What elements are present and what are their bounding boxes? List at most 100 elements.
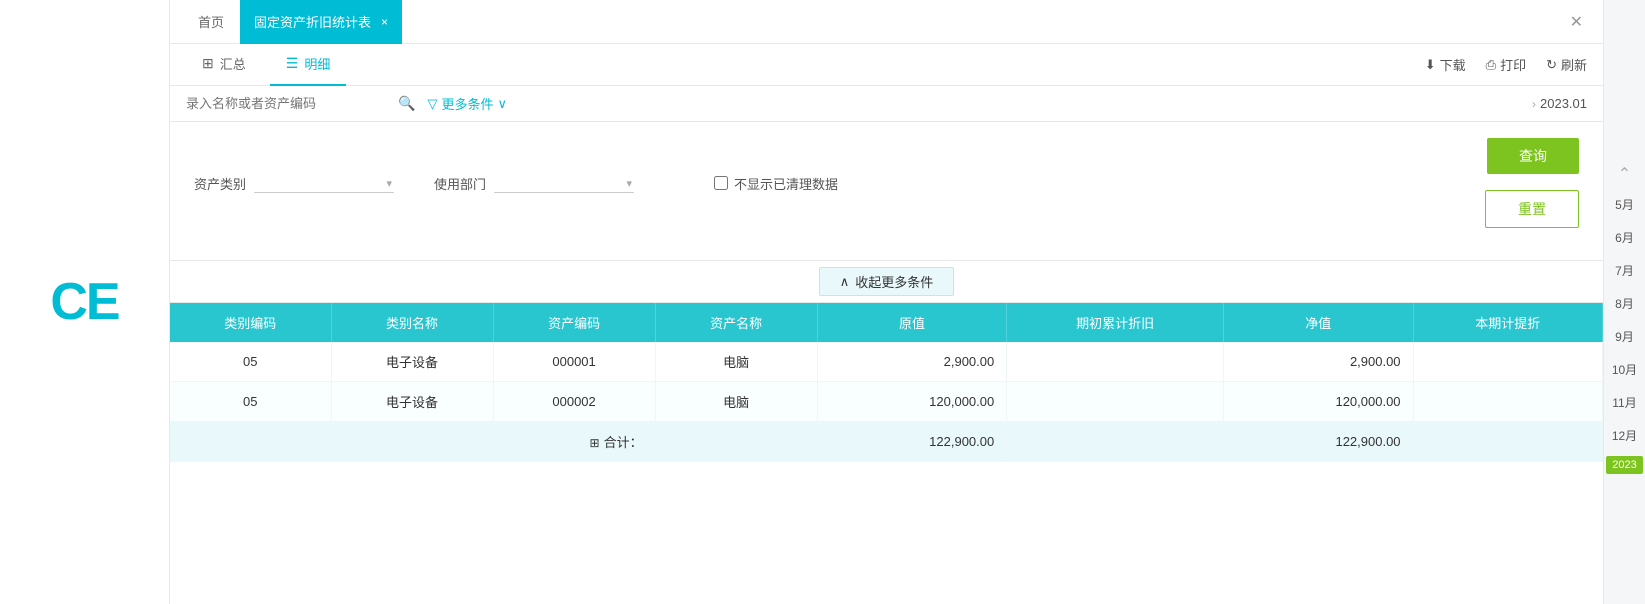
- filter-panel: 资产类别 ▾ 使用部门 ▾ 不显示已清理数: [170, 122, 1603, 261]
- reset-button[interactable]: 重置: [1485, 190, 1579, 228]
- main-content: 首页 固定资产折旧统计表 × ✕ ⊞ 汇总 ☰ 明细 ⬇ 下载 ⎙ 打印 ↻: [170, 0, 1603, 604]
- tab-detail-label: 明细: [304, 54, 330, 73]
- main-table: 类别编码 类别名称 资产编码 资产名称 原值 期初累计折旧 净值 本期计提折 0…: [170, 303, 1603, 462]
- nav-tab-active[interactable]: 固定资产折旧统计表 ×: [240, 0, 402, 44]
- total-icon: ⊞: [590, 436, 600, 450]
- department-select[interactable]: [494, 173, 634, 193]
- month-item[interactable]: 5月: [1612, 188, 1637, 221]
- tab-actions: ⬇ 下载 ⎙ 打印 ↻ 刷新: [1425, 55, 1587, 74]
- logo-text: CE: [50, 272, 118, 332]
- nav-tab-close-icon[interactable]: ×: [381, 15, 388, 29]
- tab-bar: ⊞ 汇总 ☰ 明细 ⬇ 下载 ⎙ 打印 ↻ 刷新: [170, 44, 1603, 86]
- detail-icon: ☰: [286, 55, 299, 72]
- year-badge[interactable]: 2023: [1606, 456, 1642, 474]
- summary-icon: ⊞: [202, 55, 214, 72]
- month-item[interactable]: 6月: [1612, 221, 1637, 254]
- total-label: ⊞合计：: [170, 422, 655, 462]
- asset-category-label: 资产类别: [194, 174, 246, 193]
- refresh-icon: ↻: [1546, 57, 1557, 73]
- cell-current-depreciation: [1413, 382, 1602, 422]
- month-item[interactable]: 12月: [1612, 419, 1637, 452]
- col-net-value: 净值: [1224, 303, 1414, 342]
- col-asset-name: 资产名称: [655, 303, 817, 342]
- month-item[interactable]: 11月: [1612, 386, 1637, 419]
- download-icon: ⬇: [1425, 57, 1436, 73]
- tab-summary-label: 汇总: [220, 54, 246, 73]
- chevron-right-icon[interactable]: ›: [1532, 97, 1536, 111]
- no-cleared-checkbox[interactable]: [714, 176, 728, 190]
- nav-tab-label: 固定资产折旧统计表: [254, 12, 371, 31]
- cell-original-value: 120,000.00: [817, 382, 1007, 422]
- col-category-code: 类别编码: [170, 303, 331, 342]
- cell-net-value: 120,000.00: [1224, 382, 1414, 422]
- search-input[interactable]: [186, 96, 386, 111]
- department-select-wrapper: ▾: [494, 173, 634, 193]
- more-conditions-label: 更多条件: [441, 94, 493, 113]
- cell-accumulated-depreciation: [1007, 382, 1224, 422]
- department-group: 使用部门 ▾: [434, 173, 634, 193]
- total-net-value: 122,900.00: [1224, 422, 1414, 462]
- date-display: 2023.01: [1540, 96, 1587, 111]
- col-original-value: 原值: [817, 303, 1007, 342]
- collapse-label: 收起更多条件: [855, 272, 933, 291]
- month-item[interactable]: 8月: [1612, 287, 1637, 320]
- filter-actions: 查询 重置: [1485, 138, 1579, 228]
- cell-current-depreciation: [1413, 342, 1602, 382]
- collapse-up-icon: ∧: [840, 274, 850, 290]
- cell-asset-name: 电脑: [655, 342, 817, 382]
- top-nav: 首页 固定资产折旧统计表 × ✕: [170, 0, 1603, 44]
- months-container: 5月6月7月8月9月10月11月12月: [1612, 188, 1637, 452]
- total-original-value: 122,900.00: [817, 422, 1007, 462]
- asset-category-select-wrapper: ▾: [254, 173, 394, 193]
- month-item[interactable]: 10月: [1612, 353, 1637, 386]
- asset-category-select[interactable]: [254, 173, 394, 193]
- print-icon: ⎙: [1486, 57, 1496, 73]
- col-category-name: 类别名称: [331, 303, 493, 342]
- asset-category-group: 资产类别 ▾: [194, 173, 394, 193]
- nav-home[interactable]: 首页: [182, 12, 240, 31]
- table-row[interactable]: 05 电子设备 000002 电脑 120,000.00 120,000.00: [170, 382, 1603, 422]
- logo-area: CE: [0, 0, 170, 604]
- print-label: 打印: [1500, 55, 1526, 74]
- refresh-button[interactable]: ↻ 刷新: [1546, 55, 1587, 74]
- no-cleared-label: 不显示已清理数据: [734, 174, 838, 193]
- department-label: 使用部门: [434, 174, 486, 193]
- table-row[interactable]: 05 电子设备 000001 电脑 2,900.00 2,900.00: [170, 342, 1603, 382]
- cell-accumulated-depreciation: [1007, 342, 1224, 382]
- cell-asset-name: 电脑: [655, 382, 817, 422]
- total-asset-name: [655, 422, 817, 462]
- table-header-row: 类别编码 类别名称 资产编码 资产名称 原值 期初累计折旧 净值 本期计提折: [170, 303, 1603, 342]
- search-icon[interactable]: 🔍: [398, 95, 415, 112]
- month-item[interactable]: 7月: [1612, 254, 1637, 287]
- chevron-down-icon: ∨: [497, 96, 507, 112]
- download-label: 下载: [1440, 55, 1466, 74]
- filter-icon: ▽: [427, 96, 437, 112]
- col-asset-code: 资产编码: [493, 303, 655, 342]
- table-container: 类别编码 类别名称 资产编码 资产名称 原值 期初累计折旧 净值 本期计提折 0…: [170, 303, 1603, 604]
- tab-summary[interactable]: ⊞ 汇总: [186, 44, 262, 86]
- filter-row: 资产类别 ▾ 使用部门 ▾ 不显示已清理数: [194, 138, 1579, 228]
- more-conditions-button[interactable]: ▽ 更多条件 ∨: [427, 94, 507, 113]
- col-accumulated-depreciation: 期初累计折旧: [1007, 303, 1224, 342]
- cell-category-name: 电子设备: [331, 382, 493, 422]
- cell-category-name: 电子设备: [331, 342, 493, 382]
- cell-net-value: 2,900.00: [1224, 342, 1414, 382]
- cell-asset-code: 000002: [493, 382, 655, 422]
- search-bar: 🔍 ▽ 更多条件 ∨ › 2023.01: [170, 86, 1603, 122]
- month-item[interactable]: 9月: [1612, 320, 1637, 353]
- cell-category-code: 05: [170, 342, 331, 382]
- tab-detail[interactable]: ☰ 明细: [270, 44, 347, 86]
- collapse-button[interactable]: ∧ 收起更多条件: [819, 267, 955, 296]
- col-current-depreciation: 本期计提折: [1413, 303, 1602, 342]
- cell-category-code: 05: [170, 382, 331, 422]
- download-button[interactable]: ⬇ 下载: [1425, 55, 1466, 74]
- collapse-row: ∧ 收起更多条件: [170, 261, 1603, 303]
- total-accumulated-depreciation: [1007, 422, 1224, 462]
- window-close-button[interactable]: ✕: [1562, 8, 1591, 36]
- scroll-up-icon[interactable]: ⌃: [1618, 160, 1631, 188]
- cell-original-value: 2,900.00: [817, 342, 1007, 382]
- print-button[interactable]: ⎙ 打印: [1486, 55, 1526, 74]
- query-button[interactable]: 查询: [1487, 138, 1579, 174]
- refresh-label: 刷新: [1561, 55, 1587, 74]
- search-bar-right: › 2023.01: [1532, 96, 1587, 111]
